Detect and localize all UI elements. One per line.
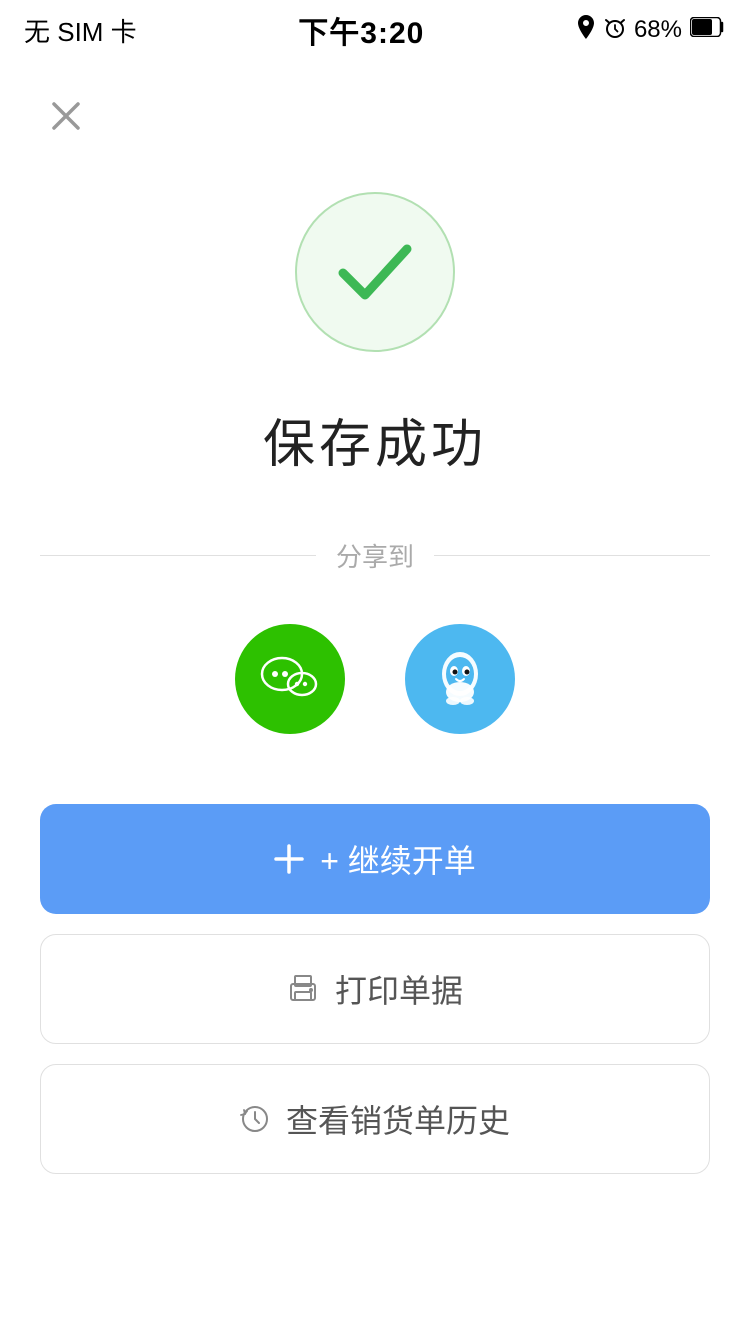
share-wechat-button[interactable]: [235, 624, 345, 734]
continue-label: + 继续开单: [320, 836, 476, 882]
share-icons-row: [40, 624, 710, 734]
print-label: 打印单据: [335, 966, 463, 1012]
share-label: 分享到: [336, 537, 414, 574]
carrier-text: 无 SIM 卡: [24, 12, 137, 49]
location-icon: [576, 15, 596, 46]
status-right: 68%: [576, 15, 726, 46]
history-label: 查看销货单历史: [286, 1096, 510, 1142]
battery-percent: 68%: [634, 16, 682, 44]
close-area: [0, 60, 750, 152]
alarm-icon: [604, 15, 626, 46]
battery-icon: [690, 16, 726, 44]
continue-button[interactable]: + 继续开单: [40, 804, 710, 914]
success-title: 保存成功: [263, 402, 487, 477]
action-buttons: + 继续开单 打印单据 查看销货单历史: [40, 804, 710, 1174]
print-button[interactable]: 打印单据: [40, 934, 710, 1044]
main-content: 保存成功 分享到: [0, 152, 750, 1334]
divider-line-right: [434, 555, 710, 556]
success-icon-circle: [295, 192, 455, 352]
history-button[interactable]: 查看销货单历史: [40, 1064, 710, 1174]
close-button[interactable]: [40, 90, 92, 142]
divider-line-left: [40, 555, 316, 556]
status-left: 无 SIM 卡: [24, 12, 147, 49]
status-bar: 无 SIM 卡 下午3:20 68%: [0, 0, 750, 60]
share-divider: 分享到: [40, 537, 710, 574]
share-qq-button[interactable]: [405, 624, 515, 734]
status-time: 下午3:20: [298, 8, 424, 52]
